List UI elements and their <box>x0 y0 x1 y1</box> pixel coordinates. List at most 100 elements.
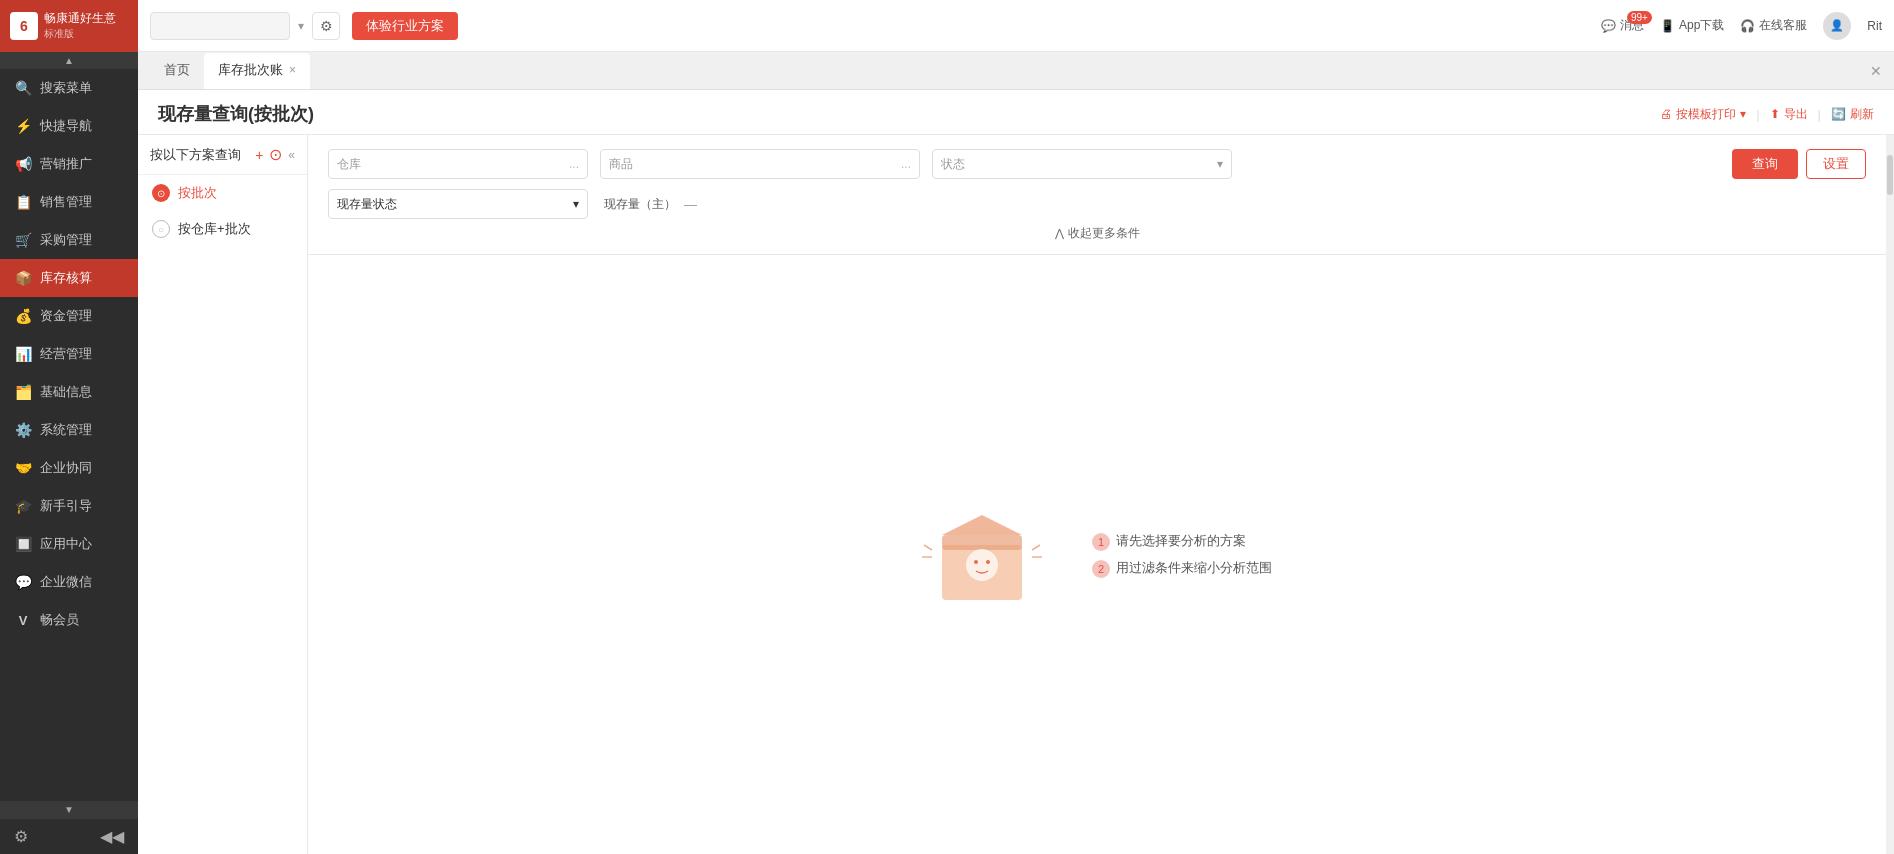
filter-actions: 查询 设置 <box>1732 149 1866 179</box>
filter-field-inventory-amount: 现存量（主） — <box>604 196 697 213</box>
tab-inventory-batch[interactable]: 库存批次账 × <box>204 53 310 89</box>
empty-svg <box>922 495 1042 615</box>
status-input[interactable]: 状态 ▾ <box>932 149 1232 179</box>
sidebar-item-member[interactable]: V 畅会员 <box>0 601 138 639</box>
svg-rect-1 <box>942 535 1022 550</box>
sidebar-scroll-up[interactable]: ▲ <box>0 52 138 69</box>
scheme-item-batch[interactable]: ⊙ 按批次 <box>138 175 307 211</box>
sidebar-footer: ⚙ ◀◀ <box>0 818 138 854</box>
scheme-settings-button[interactable]: ⊙ <box>269 145 282 164</box>
sidebar-header: 6 畅康通好生意 标准版 <box>0 0 138 52</box>
svg-line-8 <box>1032 545 1040 550</box>
topbar: ▾ ⚙ 体验行业方案 💬 消息 99+ 📱 App下载 🎧 在线客服 👤 Rit <box>138 0 1894 52</box>
export-icon: ⬆ <box>1770 107 1780 121</box>
query-button[interactable]: 查询 <box>1732 149 1798 179</box>
right-scrollbar[interactable] <box>1886 135 1894 854</box>
sidebar-item-appstore[interactable]: 🔲 应用中心 <box>0 525 138 563</box>
print-icon: 🖨 <box>1660 107 1672 121</box>
search-icon: 🔍 <box>14 79 32 97</box>
hint-text-1: 请先选择要分析的方案 <box>1116 532 1246 550</box>
tab-home[interactable]: 首页 <box>150 53 204 89</box>
collapse-more-button[interactable]: ⋀ 收起更多条件 <box>328 219 1866 244</box>
print-button[interactable]: 🖨 按模板打印 ▾ <box>1660 106 1746 123</box>
app-download-label: App下载 <box>1679 17 1724 34</box>
sidebar-item-label: 搜索菜单 <box>40 79 92 97</box>
money-icon: 💰 <box>14 307 32 325</box>
export-button[interactable]: ⬆ 导出 <box>1770 106 1808 123</box>
filter-row-1: 仓库 ... 商品 ... 状态 ▾ <box>328 149 1866 179</box>
settings-button[interactable]: 设置 <box>1806 149 1866 179</box>
scheme-label-warehouse: 按仓库+批次 <box>178 220 251 238</box>
svg-point-3 <box>966 549 998 581</box>
topbar-gear-button[interactable]: ⚙ <box>312 12 340 40</box>
page-header: 现存量查询(按批次) 🖨 按模板打印 ▾ | ⬆ 导出 | 🔄 刷新 <box>138 90 1894 135</box>
goods-input[interactable]: 商品 ... <box>600 149 920 179</box>
sidebar-item-operations[interactable]: 📊 经营管理 <box>0 335 138 373</box>
inventory-status-dropdown-icon[interactable]: ▾ <box>573 197 579 211</box>
sidebar-item-inventory[interactable]: 📦 库存核算 <box>0 259 138 297</box>
search-input[interactable] <box>150 12 290 40</box>
sidebar-item-newguide[interactable]: 🎓 新手引导 <box>0 487 138 525</box>
svg-point-5 <box>986 560 990 564</box>
sidebar-title: 畅康通好生意 <box>44 11 116 27</box>
industry-btn[interactable]: 体验行业方案 <box>352 12 458 40</box>
cart-icon: 🛒 <box>14 231 32 249</box>
scheme-item-warehouse-batch[interactable]: ○ 按仓库+批次 <box>138 211 307 247</box>
sidebar-item-label: 销售管理 <box>40 193 92 211</box>
sidebar-item-wechat[interactable]: 💬 企业微信 <box>0 563 138 601</box>
app-download-button[interactable]: 📱 App下载 <box>1660 17 1724 34</box>
sidebar: 6 畅康通好生意 标准版 ▲ 🔍 搜索菜单 ⚡ 快捷导航 📢 营销推广 📋 销售… <box>0 0 138 854</box>
topbar-right: 💬 消息 99+ 📱 App下载 🎧 在线客服 👤 Rit <box>1601 12 1882 40</box>
content-area: 按以下方案查询 + ⊙ « ⊙ 按批次 ○ 按仓库+批次 <box>138 135 1894 854</box>
status-dropdown-icon[interactable]: ▾ <box>1217 157 1223 171</box>
inventory-status-select[interactable]: 现存量状态 ▾ <box>328 189 588 219</box>
warehouse-input[interactable]: 仓库 ... <box>328 149 588 179</box>
wechat-icon: 💬 <box>14 573 32 591</box>
sidebar-item-quick-nav[interactable]: ⚡ 快捷导航 <box>0 107 138 145</box>
print-dropdown-icon[interactable]: ▾ <box>1740 107 1746 121</box>
search-dropdown-icon[interactable]: ▾ <box>298 19 304 33</box>
hint-num-1: 1 <box>1092 533 1110 551</box>
sidebar-item-system[interactable]: ⚙️ 系统管理 <box>0 411 138 449</box>
sidebar-item-basic[interactable]: 🗂️ 基础信息 <box>0 373 138 411</box>
filter-row-2: 现存量状态 ▾ 现存量（主） — <box>328 189 1866 219</box>
left-panel-actions: + ⊙ « <box>255 145 295 164</box>
chart-icon: 📊 <box>14 345 32 363</box>
message-button[interactable]: 💬 消息 99+ <box>1601 17 1644 34</box>
sidebar-item-sales[interactable]: 📋 销售管理 <box>0 183 138 221</box>
inventory-amount-label: 现存量（主） <box>604 196 676 213</box>
global-close-button[interactable]: ✕ <box>1870 63 1882 79</box>
warehouse-label: 仓库 <box>337 156 361 173</box>
tab-close-icon[interactable]: × <box>289 63 296 77</box>
scrollbar-thumb[interactable] <box>1887 155 1893 195</box>
online-service-button[interactable]: 🎧 在线客服 <box>1740 17 1807 34</box>
sidebar-item-label: 采购管理 <box>40 231 92 249</box>
sidebar-item-search[interactable]: 🔍 搜索菜单 <box>0 69 138 107</box>
left-panel-title: 按以下方案查询 <box>150 146 241 164</box>
sidebar-item-marketing[interactable]: 📢 营销推广 <box>0 145 138 183</box>
refresh-button[interactable]: 🔄 刷新 <box>1831 106 1874 123</box>
hint-num-2: 2 <box>1092 560 1110 578</box>
tab-label: 库存批次账 <box>218 61 283 79</box>
sidebar-item-enterprise[interactable]: 🤝 企业协同 <box>0 449 138 487</box>
filter-field-inventory-status: 现存量状态 ▾ <box>328 189 588 219</box>
folder-icon: 🗂️ <box>14 383 32 401</box>
sidebar-item-label: 基础信息 <box>40 383 92 401</box>
collapse-panel-button[interactable]: « <box>288 148 295 162</box>
goods-label: 商品 <box>609 156 633 173</box>
results-area: 1 请先选择要分析的方案 2 用过滤条件来缩小分析范围 <box>308 255 1886 854</box>
sidebar-item-purchase[interactable]: 🛒 采购管理 <box>0 221 138 259</box>
message-badge: 99+ <box>1627 11 1652 24</box>
left-panel: 按以下方案查询 + ⊙ « ⊙ 按批次 ○ 按仓库+批次 <box>138 135 308 854</box>
sidebar-scroll-down[interactable]: ▼ <box>0 801 138 818</box>
warehouse-more-icon[interactable]: ... <box>569 157 579 171</box>
goods-more-icon[interactable]: ... <box>901 157 911 171</box>
sidebar-item-label: 企业协同 <box>40 459 92 477</box>
collapse-sidebar-icon[interactable]: ◀◀ <box>100 827 124 846</box>
svg-line-6 <box>924 545 932 550</box>
action-separator-2: | <box>1818 107 1821 122</box>
phone-icon: 📱 <box>1660 19 1675 33</box>
settings-footer-icon[interactable]: ⚙ <box>14 827 28 846</box>
sidebar-item-finance[interactable]: 💰 资金管理 <box>0 297 138 335</box>
add-scheme-button[interactable]: + <box>255 147 263 163</box>
